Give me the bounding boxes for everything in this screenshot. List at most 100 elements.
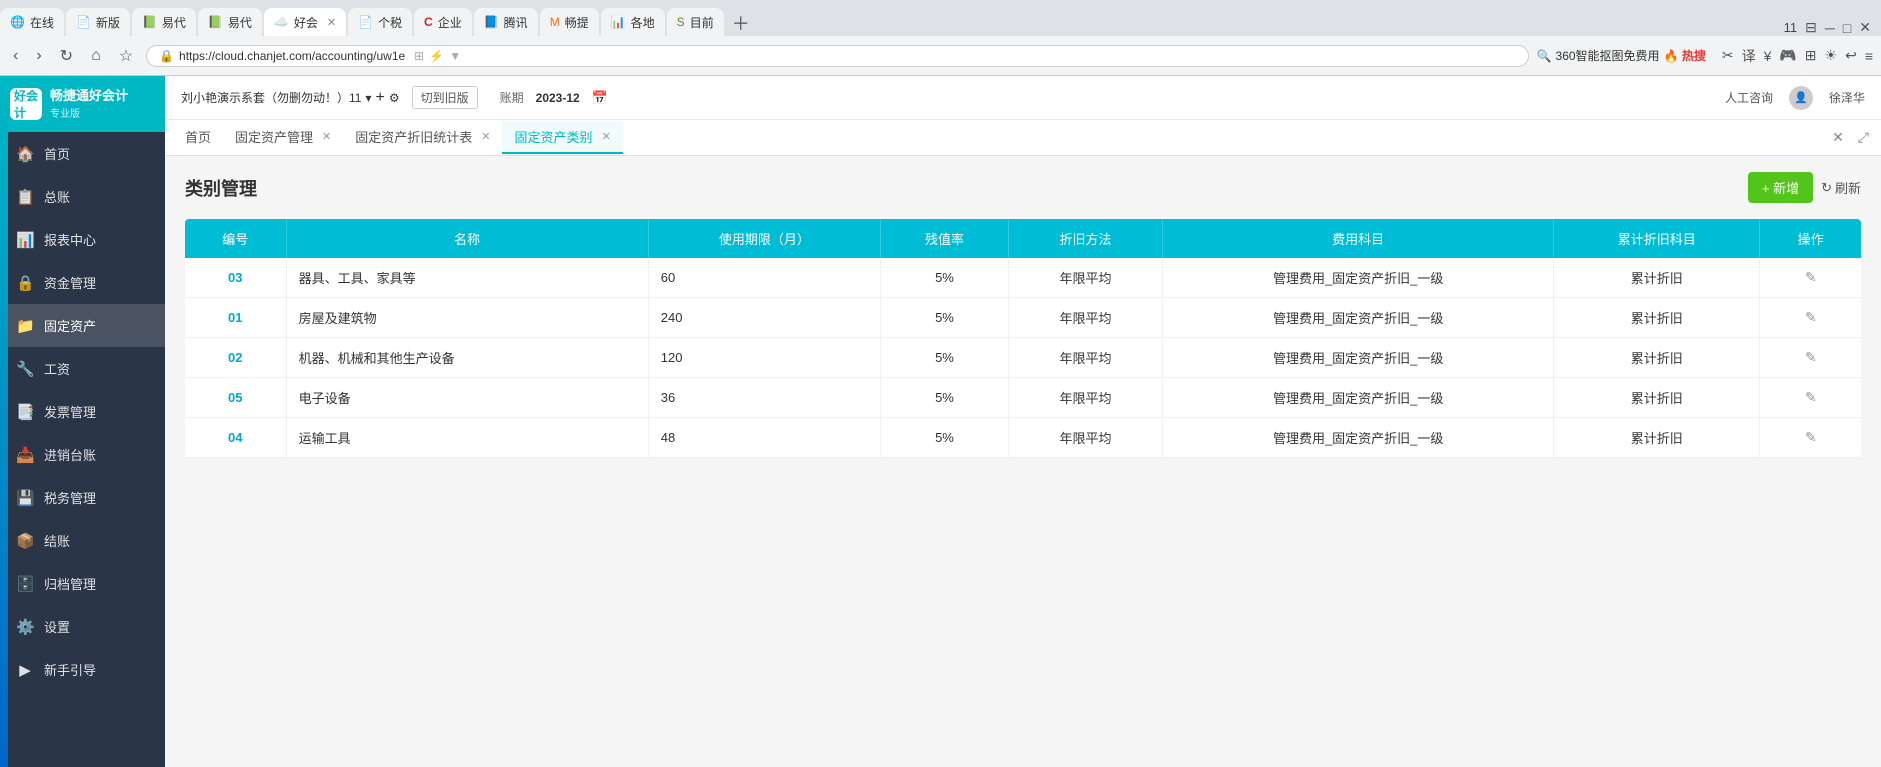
ssl-icon: 🔒 (159, 49, 174, 63)
edit-icon[interactable]: ✎ (1805, 429, 1817, 445)
grid-icon[interactable]: ⊞ (1805, 47, 1817, 64)
browser-tab-tengxun[interactable]: 📘 腾讯 (474, 8, 538, 36)
switch-version-btn[interactable]: 切到旧版 (412, 86, 478, 109)
scissors-icon[interactable]: ✂ (1722, 47, 1734, 64)
sidebar-item-archive[interactable]: 🗄️ 归档管理 (0, 562, 165, 605)
back-button[interactable]: ‹ (8, 45, 23, 67)
browser-tab-gedi[interactable]: 📊 各地 (601, 8, 665, 36)
sidebar-logo: 好会计 畅捷通好会计 专业版 (0, 76, 165, 132)
tab-fixed-asset-mgmt[interactable]: 固定资产管理 ✕ (223, 121, 343, 154)
tab-home[interactable]: 首页 (173, 121, 223, 154)
dropdown-arrow[interactable]: ▾ (365, 91, 371, 105)
url-text: https://cloud.chanjet.com/accounting/uw1… (179, 49, 405, 63)
cell-period: 240 (648, 298, 880, 338)
sidebar-item-fund[interactable]: 🔒 资金管理 (0, 261, 165, 304)
row-id-value: 03 (228, 270, 242, 285)
browser-tab-muqian[interactable]: S 目前 (667, 8, 724, 36)
tab-depreciation-stats-close[interactable]: ✕ (481, 130, 490, 143)
tab-depreciation-stats[interactable]: 固定资产折旧统计表 ✕ (343, 121, 502, 154)
sidebar-item-inventory[interactable]: 📥 进销台账 (0, 433, 165, 476)
cell-method: 年限平均 (1009, 258, 1163, 298)
settings-gear-icon[interactable]: ⚙ (389, 91, 400, 105)
logo-text-area: 畅捷通好会计 专业版 (50, 88, 128, 120)
sidebar-label-guide: 新手引导 (44, 660, 96, 679)
cell-method: 年限平均 (1009, 338, 1163, 378)
browser-tab-geshui[interactable]: 📄 个税 (348, 8, 412, 36)
browser-tab-changti[interactable]: M 畅提 (540, 8, 599, 36)
new-btn[interactable]: + 新增 (1748, 172, 1813, 203)
reload-button[interactable]: ↻ (55, 44, 78, 68)
maximize-icon[interactable]: □ (1843, 20, 1851, 36)
tab-asset-category-close[interactable]: ✕ (602, 130, 611, 143)
refresh-btn[interactable]: ↻ 刷新 (1821, 178, 1861, 197)
cell-name: 电子设备 (286, 378, 648, 418)
consultant-link[interactable]: 人工咨询 (1725, 89, 1773, 106)
cell-expense: 管理费用_固定资产折旧_一级 (1163, 258, 1554, 298)
edit-icon[interactable]: ✎ (1805, 349, 1817, 365)
period-label: 账期 (500, 89, 524, 106)
refresh-label: 刷新 (1835, 178, 1861, 197)
cell-id: 02 (185, 338, 286, 378)
new-tab-btn[interactable]: ＋ (726, 10, 756, 36)
browser-menu-icon[interactable]: ⊟ (1805, 19, 1817, 36)
left-accent-bar (0, 76, 8, 767)
bookmark-button[interactable]: ☆ (114, 44, 138, 68)
sidebar-item-tax[interactable]: 💾 税务管理 (0, 476, 165, 519)
toolbar-icons: ✂ 译 ¥ 🎮 ⊞ ☀ ↩ ≡ (1722, 46, 1873, 66)
game-icon[interactable]: 🎮 (1779, 47, 1796, 64)
home-button[interactable]: ⌂ (86, 45, 106, 67)
search-area[interactable]: 🔍 360智能抠图免费用 🔥 热搜 (1537, 47, 1706, 64)
sidebar-item-ledger[interactable]: 📋 总账 (0, 175, 165, 218)
cell-accum: 累计折旧 (1554, 418, 1760, 458)
edit-icon[interactable]: ✎ (1805, 389, 1817, 405)
table-row: 04 运输工具 48 5% 年限平均 管理费用_固定资产折旧_一级 累计折旧 ✎ (185, 418, 1861, 458)
browser-tab-new[interactable]: 📄 新版 (66, 8, 130, 36)
sidebar-item-settings[interactable]: ⚙️ 设置 (0, 605, 165, 648)
tab-label: 各地 (631, 14, 655, 31)
tab-label: 在线 (30, 14, 54, 31)
add-account-btn[interactable]: + (376, 89, 385, 107)
url-input[interactable]: 🔒 https://cloud.chanjet.com/accounting/u… (146, 45, 1528, 67)
col-header-period: 使用期限（月） (648, 219, 880, 258)
close-window-btn[interactable]: ✕ (1828, 127, 1848, 148)
sidebar-item-report[interactable]: 📊 报表中心 (0, 218, 165, 261)
row-id-value: 02 (228, 350, 242, 365)
back2-icon[interactable]: ↩ (1845, 47, 1857, 64)
sidebar-item-salary[interactable]: 🔧 工资 (0, 347, 165, 390)
sidebar-item-fixed-asset[interactable]: 📁 固定资产 (0, 304, 165, 347)
coins-icon[interactable]: ¥ (1764, 48, 1772, 64)
brightness-icon[interactable]: ☀ (1825, 47, 1838, 64)
search-icon: 🔍 (1537, 49, 1552, 63)
tab-asset-category[interactable]: 固定资产类别 ✕ (502, 121, 622, 154)
browser-tab-online[interactable]: 🌐 在线 (0, 8, 64, 36)
browser-tab-yidai1[interactable]: 📗 易代 (132, 8, 196, 36)
sidebar-item-close-account[interactable]: 📦 结账 (0, 519, 165, 562)
edit-icon[interactable]: ✎ (1805, 269, 1817, 285)
close-icon[interactable]: ✕ (1859, 19, 1871, 36)
edit-icon[interactable]: ✎ (1805, 309, 1817, 325)
cell-expense: 管理费用_固定资产折旧_一级 (1163, 298, 1554, 338)
tab-fixed-asset-mgmt-close[interactable]: ✕ (322, 130, 331, 143)
row-id-value: 05 (228, 390, 242, 405)
cell-rate: 5% (880, 338, 1008, 378)
minimize-icon[interactable]: ─ (1825, 20, 1835, 36)
sidebar-item-invoice[interactable]: 📑 发票管理 (0, 390, 165, 433)
browser-tab-qiye[interactable]: C 企业 (414, 8, 472, 36)
tab-close-icon[interactable]: ✕ (327, 16, 336, 29)
calendar-icon[interactable]: 📅 (592, 90, 608, 106)
sidebar-item-guide[interactable]: ▶ 新手引导 (0, 648, 165, 691)
maximize-window-btn[interactable]: ⤢ (1854, 127, 1873, 148)
browser-tab-haohui[interactable]: ☁️ 好会 ✕ (264, 8, 346, 36)
tab-label: 企业 (438, 14, 462, 31)
browser-menu-btn[interactable]: ≡ (1865, 48, 1873, 64)
cell-expense: 管理费用_固定资产折旧_一级 (1163, 418, 1554, 458)
translate-icon[interactable]: 译 (1742, 46, 1756, 66)
cell-accum: 累计折旧 (1554, 338, 1760, 378)
guide-icon: ▶ (16, 661, 34, 679)
cell-rate: 5% (880, 418, 1008, 458)
tab-label: 个税 (378, 14, 402, 31)
sidebar-label-archive: 归档管理 (44, 574, 96, 593)
browser-tab-yidai2[interactable]: 📗 易代 (198, 8, 262, 36)
forward-button[interactable]: › (31, 45, 46, 67)
sidebar-item-home[interactable]: 🏠 首页 (0, 132, 165, 175)
